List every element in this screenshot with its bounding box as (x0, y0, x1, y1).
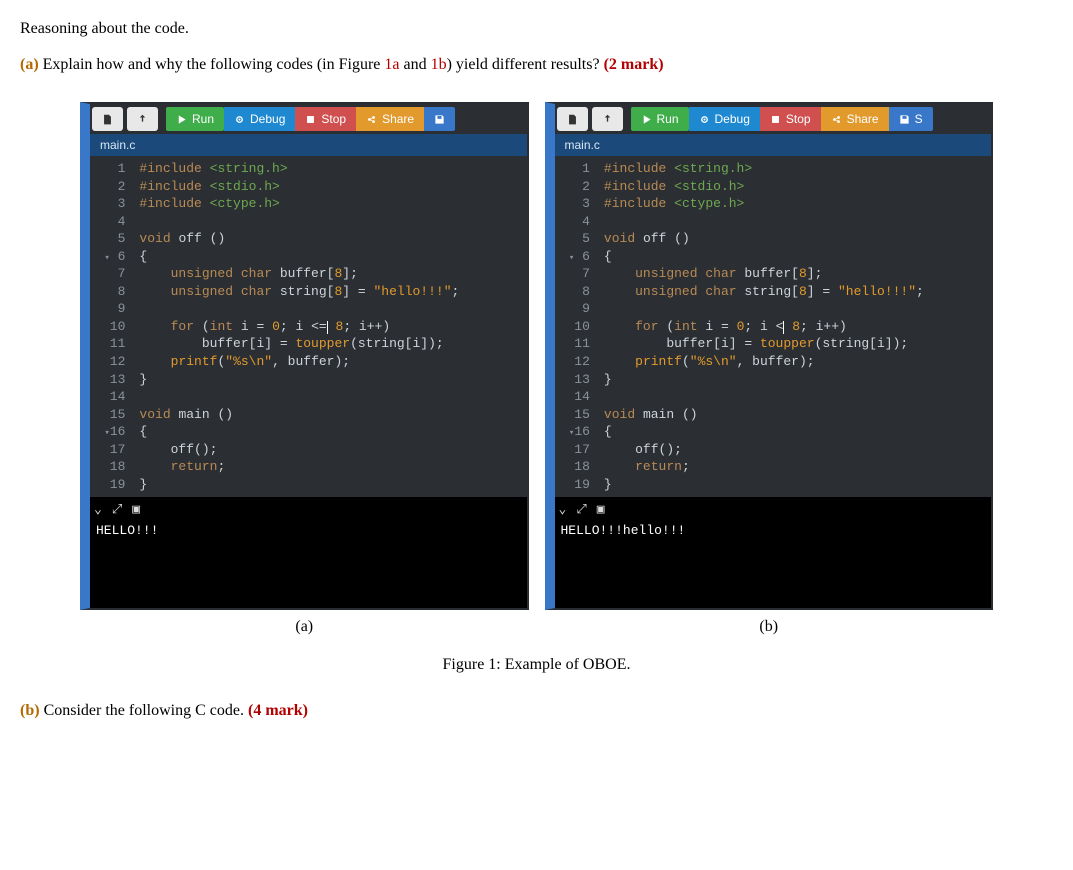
window-icon[interactable]: ▣ (132, 502, 140, 517)
run-button[interactable]: Run (631, 107, 689, 131)
file-icon (567, 114, 578, 125)
question-a: (a) Explain how and why the following co… (20, 56, 1053, 74)
run-label: Run (192, 112, 214, 126)
question-b-text: Consider the following C code. (40, 702, 248, 719)
code-area-b[interactable]: 1 2 3 4 5 ▾ 6 7 8 9 10 11 12 13 14 15 ▾1… (555, 156, 992, 497)
page-title: Reasoning about the code. (20, 20, 1053, 38)
tab-bar-b: main.c (555, 134, 992, 156)
resize-icon[interactable]: ⤢ (576, 502, 586, 517)
figure-ref-1b: 1b (431, 56, 447, 73)
question-b-label: (b) (20, 702, 40, 719)
share-button[interactable]: Share (356, 107, 424, 131)
share-icon (366, 114, 377, 125)
share-label: Share (382, 112, 414, 126)
stop-button[interactable]: Stop (760, 107, 821, 131)
debug-button[interactable]: Debug (224, 107, 295, 131)
save-icon (434, 114, 445, 125)
new-file-button[interactable] (557, 107, 588, 131)
debug-label: Debug (715, 112, 750, 126)
gutter-a: 1 2 3 4 5 ▾ 6 7 8 9 10 11 12 13 14 15 ▾1… (90, 156, 133, 497)
debug-icon (699, 114, 710, 125)
play-icon (641, 114, 652, 125)
share-icon (831, 114, 842, 125)
stop-icon (770, 114, 781, 125)
figures-row: Run Debug Stop Share main.c 1 2 3 4 5 ▾ … (80, 102, 993, 610)
toolbar-a: Run Debug Stop Share (90, 104, 527, 134)
stop-label: Stop (786, 112, 811, 126)
debug-label: Debug (250, 112, 285, 126)
question-a-marks: (2 mark) (604, 56, 664, 73)
resize-icon[interactable]: ⤢ (112, 502, 122, 517)
tab-main-c[interactable]: main.c (90, 134, 149, 156)
toolbar-b: Run Debug Stop Share S (555, 104, 992, 134)
output-bar-a: ⌄ ⤢ ▣ (90, 497, 527, 521)
code-a: #include <string.h> #include <stdio.h> #… (133, 156, 459, 497)
chevron-down-icon[interactable]: ⌄ (559, 502, 567, 517)
question-a-label: (a) (20, 56, 39, 73)
output-text-a: HELLO!!! (90, 521, 527, 608)
subcaption-row: (a) (b) (80, 618, 993, 636)
question-b: (b) Consider the following C code. (4 ma… (20, 702, 1053, 720)
upload-button[interactable] (127, 107, 158, 131)
subcaption-a: (a) (80, 618, 529, 636)
window-icon[interactable]: ▣ (597, 502, 605, 517)
save-button[interactable] (424, 107, 455, 131)
play-icon (176, 114, 187, 125)
stop-label: Stop (321, 112, 346, 126)
question-b-marks: (4 mark) (248, 702, 308, 719)
stop-button[interactable]: Stop (295, 107, 356, 131)
tab-bar-a: main.c (90, 134, 527, 156)
question-a-text-1: Explain how and why the following codes … (39, 56, 385, 73)
save-icon (899, 114, 910, 125)
subcaption-b: (b) (545, 618, 994, 636)
code-area-a[interactable]: 1 2 3 4 5 ▾ 6 7 8 9 10 11 12 13 14 15 ▾1… (90, 156, 527, 497)
stop-icon (305, 114, 316, 125)
run-button[interactable]: Run (166, 107, 224, 131)
figure-caption: Figure 1: Example of OBOE. (20, 656, 1053, 674)
save-button[interactable]: S (889, 107, 933, 131)
run-label: Run (657, 112, 679, 126)
gutter-b: 1 2 3 4 5 ▾ 6 7 8 9 10 11 12 13 14 15 ▾1… (555, 156, 598, 497)
upload-button[interactable] (592, 107, 623, 131)
debug-button[interactable]: Debug (689, 107, 760, 131)
question-a-text-mid: and (399, 56, 430, 73)
upload-icon (137, 114, 148, 125)
debug-icon (234, 114, 245, 125)
output-text-b: HELLO!!!hello!!! (555, 521, 992, 608)
tab-main-c[interactable]: main.c (555, 134, 614, 156)
share-button[interactable]: Share (821, 107, 889, 131)
file-icon (102, 114, 113, 125)
upload-icon (602, 114, 613, 125)
new-file-button[interactable] (92, 107, 123, 131)
save-label: S (915, 112, 923, 126)
figure-ref-1a: 1a (384, 56, 399, 73)
question-a-text-2: ) yield different results? (447, 56, 604, 73)
editor-panel-a: Run Debug Stop Share main.c 1 2 3 4 5 ▾ … (80, 102, 529, 610)
code-b: #include <string.h> #include <stdio.h> #… (598, 156, 924, 497)
editor-panel-b: Run Debug Stop Share S main.c 1 2 3 4 5 … (545, 102, 994, 610)
output-bar-b: ⌄ ⤢ ▣ (555, 497, 992, 521)
share-label: Share (847, 112, 879, 126)
chevron-down-icon[interactable]: ⌄ (94, 502, 102, 517)
